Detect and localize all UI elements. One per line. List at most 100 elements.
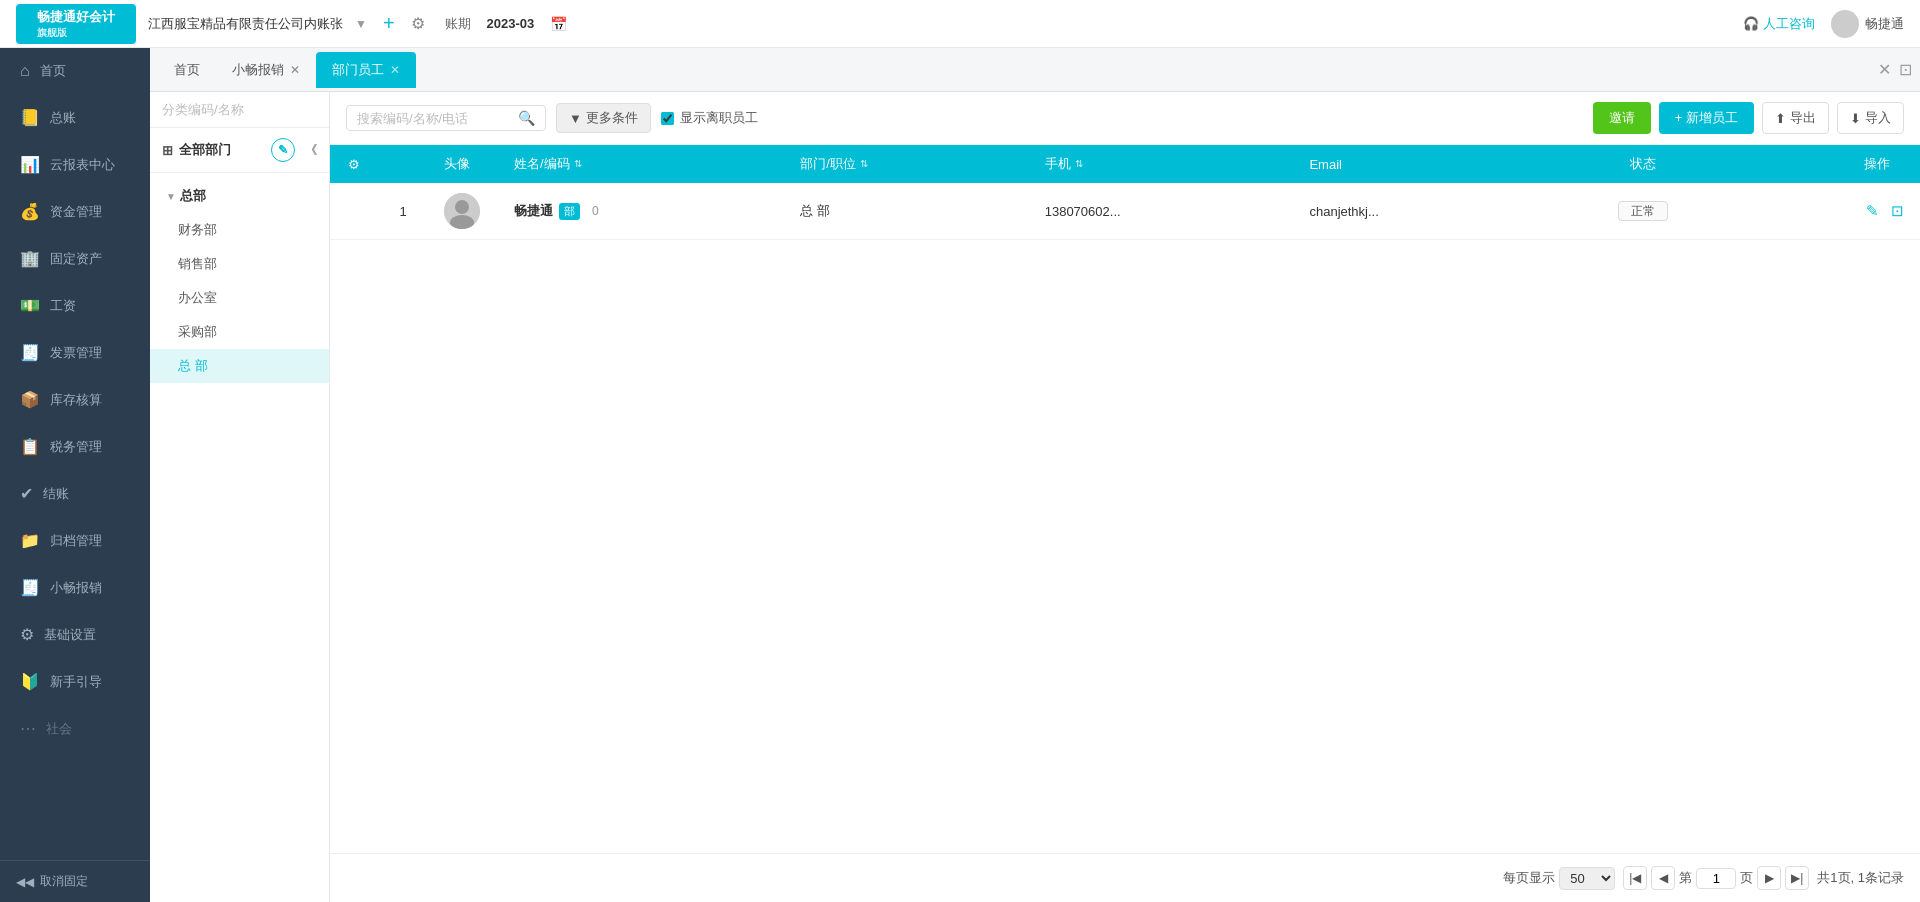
dept-search-box: 🔍	[150, 92, 329, 128]
topbar: 畅捷通好会计 旗舰版 江西服宝精品有限责任公司内账张 ▼ + ⚙ 账期 2023…	[0, 0, 1920, 48]
triangle-icon: ▼	[166, 191, 176, 202]
row-avatar-cell	[428, 183, 498, 240]
sidebar-label-tax: 税务管理	[50, 438, 102, 456]
toolbar-right: 邀请 + 新增员工 ⬆ 导出 ⬇ 导入	[1593, 102, 1904, 134]
sidebar-item-ledger[interactable]: 📒 总账	[0, 94, 150, 141]
next-page-button[interactable]: ▶	[1757, 866, 1781, 890]
tab-dept-close[interactable]: ✕	[390, 63, 400, 77]
sidebar-label-funds: 资金管理	[50, 203, 102, 221]
prev-page-button[interactable]: ◀	[1651, 866, 1675, 890]
row-gear-cell	[330, 183, 378, 240]
company-dropdown-icon[interactable]: ▼	[355, 17, 367, 31]
export-button[interactable]: ⬆ 导出	[1762, 102, 1829, 134]
last-page-button[interactable]: ▶|	[1785, 866, 1809, 890]
sidebar-item-archive[interactable]: 📁 归档管理	[0, 517, 150, 564]
th-gear[interactable]: ⚙	[330, 145, 378, 183]
sidebar-item-home[interactable]: ⌂ 首页	[0, 48, 150, 94]
sidebar-item-inventory[interactable]: 📦 库存核算	[0, 376, 150, 423]
sidebar-item-checkout[interactable]: ✔ 结账	[0, 470, 150, 517]
th-dept[interactable]: 部门/职位 ⇅	[784, 145, 1028, 183]
tab-xiaochang-label: 小畅报销	[232, 61, 284, 79]
settings-icon[interactable]: ⚙	[411, 14, 425, 33]
sidebar-item-payroll[interactable]: 💵 工资	[0, 282, 150, 329]
th-phone[interactable]: 手机 ⇅	[1029, 145, 1294, 183]
topbar-right: 🎧 人工咨询 畅捷通	[1743, 10, 1904, 38]
dept-item-office[interactable]: 办公室	[150, 281, 329, 315]
dept-item-finance[interactable]: 财务部	[150, 213, 329, 247]
page-content: 🔍 ⊞ 全部部门 ✎ 《 ▼ 总部 财务部 销售部 办公室 采购部	[150, 92, 1920, 902]
sidebar-item-xiaochang[interactable]: 🧾 小畅报销	[0, 564, 150, 611]
tab-dept-label: 部门员工	[332, 61, 384, 79]
sidebar-item-tax[interactable]: 📋 税务管理	[0, 423, 150, 470]
dept-item-purchase[interactable]: 采购部	[150, 315, 329, 349]
show-resigned-checkbox[interactable]	[661, 112, 674, 125]
dept-edit-button[interactable]: ✎	[271, 138, 295, 162]
tab-xiaochang[interactable]: 小畅报销 ✕	[216, 52, 316, 88]
funds-icon: 💰	[20, 202, 40, 221]
sidebar-item-settings[interactable]: ⚙ 基础设置	[0, 611, 150, 658]
right-panel: 🔍 ▼ 更多条件 显示离职员工 邀请 + 新增员工 ⬆	[330, 92, 1920, 902]
current-page-input[interactable]	[1696, 868, 1736, 889]
tab-xiaochang-close[interactable]: ✕	[290, 63, 300, 77]
show-resigned-checkbox-label[interactable]: 显示离职员工	[661, 109, 758, 127]
sidebar-label-assets: 固定资产	[50, 250, 102, 268]
edit-employee-button[interactable]: ✎	[1866, 202, 1879, 220]
svg-point-1	[455, 200, 469, 214]
employee-search-input[interactable]	[357, 111, 512, 126]
th-name[interactable]: 姓名/编码 ⇅	[498, 145, 784, 183]
export-icon: ⬆	[1775, 111, 1786, 126]
period-value: 2023-03	[487, 16, 535, 31]
content-area: 首页 小畅报销 ✕ 部门员工 ✕ ✕ ⊡ 🔍	[150, 48, 1920, 902]
add-account-icon[interactable]: +	[383, 12, 395, 35]
sidebar-label-more: 社会	[46, 720, 72, 738]
sidebar-item-funds[interactable]: 💰 资金管理	[0, 188, 150, 235]
sidebar-item-invoice[interactable]: 🧾 发票管理	[0, 329, 150, 376]
page-navigation: |◀ ◀ 第 页 ▶ ▶|	[1623, 866, 1809, 890]
sidebar-label-home: 首页	[40, 62, 66, 80]
row-phone-cell: 138070602...	[1029, 183, 1294, 240]
add-employee-button[interactable]: + 新增员工	[1659, 102, 1754, 134]
tab-dept-employee[interactable]: 部门员工 ✕	[316, 52, 416, 88]
dept-item-sales[interactable]: 销售部	[150, 247, 329, 281]
dept-panel: 🔍 ⊞ 全部部门 ✎ 《 ▼ 总部 财务部 销售部 办公室 采购部	[150, 92, 330, 902]
headset-icon: 🎧	[1743, 16, 1759, 31]
row-dept-cell: 总 部	[784, 183, 1028, 240]
dept-search-input[interactable]	[162, 102, 330, 117]
more-icon: ⋯	[20, 719, 36, 738]
column-settings-icon[interactable]: ⚙	[348, 157, 360, 172]
reports-icon: 📊	[20, 155, 40, 174]
dept-all-button[interactable]: ⊞ 全部部门 ✎ 《	[150, 128, 329, 173]
support-button[interactable]: 🎧 人工咨询	[1743, 15, 1815, 33]
th-actions: 操作	[1743, 145, 1920, 183]
pagination: 每页显示 50 10 20 100 |◀ ◀ 第 页	[330, 853, 1920, 902]
dept-item-general[interactable]: 总 部	[150, 349, 329, 383]
dept-group-root[interactable]: ▼ 总部	[150, 179, 329, 213]
import-button[interactable]: ⬇ 导入	[1837, 102, 1904, 134]
sidebar-item-assets[interactable]: 🏢 固定资产	[0, 235, 150, 282]
main-layout: ⌂ 首页 📒 总账 📊 云报表中心 💰 资金管理 🏢 固定资产 💵 工资 🧾 发…	[0, 48, 1920, 902]
sidebar-item-more[interactable]: ⋯ 社会	[0, 705, 150, 752]
employee-search-icon[interactable]: 🔍	[518, 110, 535, 126]
tab-home[interactable]: 首页	[158, 52, 216, 88]
user-menu[interactable]: 畅捷通	[1831, 10, 1904, 38]
app-logo: 畅捷通好会计 旗舰版	[16, 4, 136, 44]
sidebar-item-reports[interactable]: 📊 云报表中心	[0, 141, 150, 188]
more-filter-button[interactable]: ▼ 更多条件	[556, 103, 651, 133]
per-page-select[interactable]: 50 10 20 100	[1559, 867, 1615, 890]
sidebar-label-reports: 云报表中心	[50, 156, 115, 174]
cancel-fixed-button[interactable]: ◀◀ 取消固定	[0, 860, 150, 902]
employee-search-box[interactable]: 🔍	[346, 105, 546, 131]
per-page-label: 每页显示	[1503, 869, 1555, 887]
tab-close-window-icon[interactable]: ✕	[1878, 60, 1891, 79]
sidebar-item-newguide[interactable]: 🔰 新手引导	[0, 658, 150, 705]
company-name: 江西服宝精品有限责任公司内账张	[148, 15, 343, 33]
sidebar-label-xiaochang: 小畅报销	[50, 579, 102, 597]
tab-expand-icon[interactable]: ⊡	[1899, 60, 1912, 79]
app-logo-line1: 畅捷通好会计	[37, 8, 115, 26]
first-page-button[interactable]: |◀	[1623, 866, 1647, 890]
employee-code: 0	[592, 204, 599, 218]
invite-button[interactable]: 邀请	[1593, 102, 1651, 134]
calendar-icon[interactable]: 📅	[550, 16, 567, 32]
delete-employee-button[interactable]: ⊡	[1891, 202, 1904, 220]
dept-collapse-icon[interactable]: 《	[305, 142, 317, 159]
